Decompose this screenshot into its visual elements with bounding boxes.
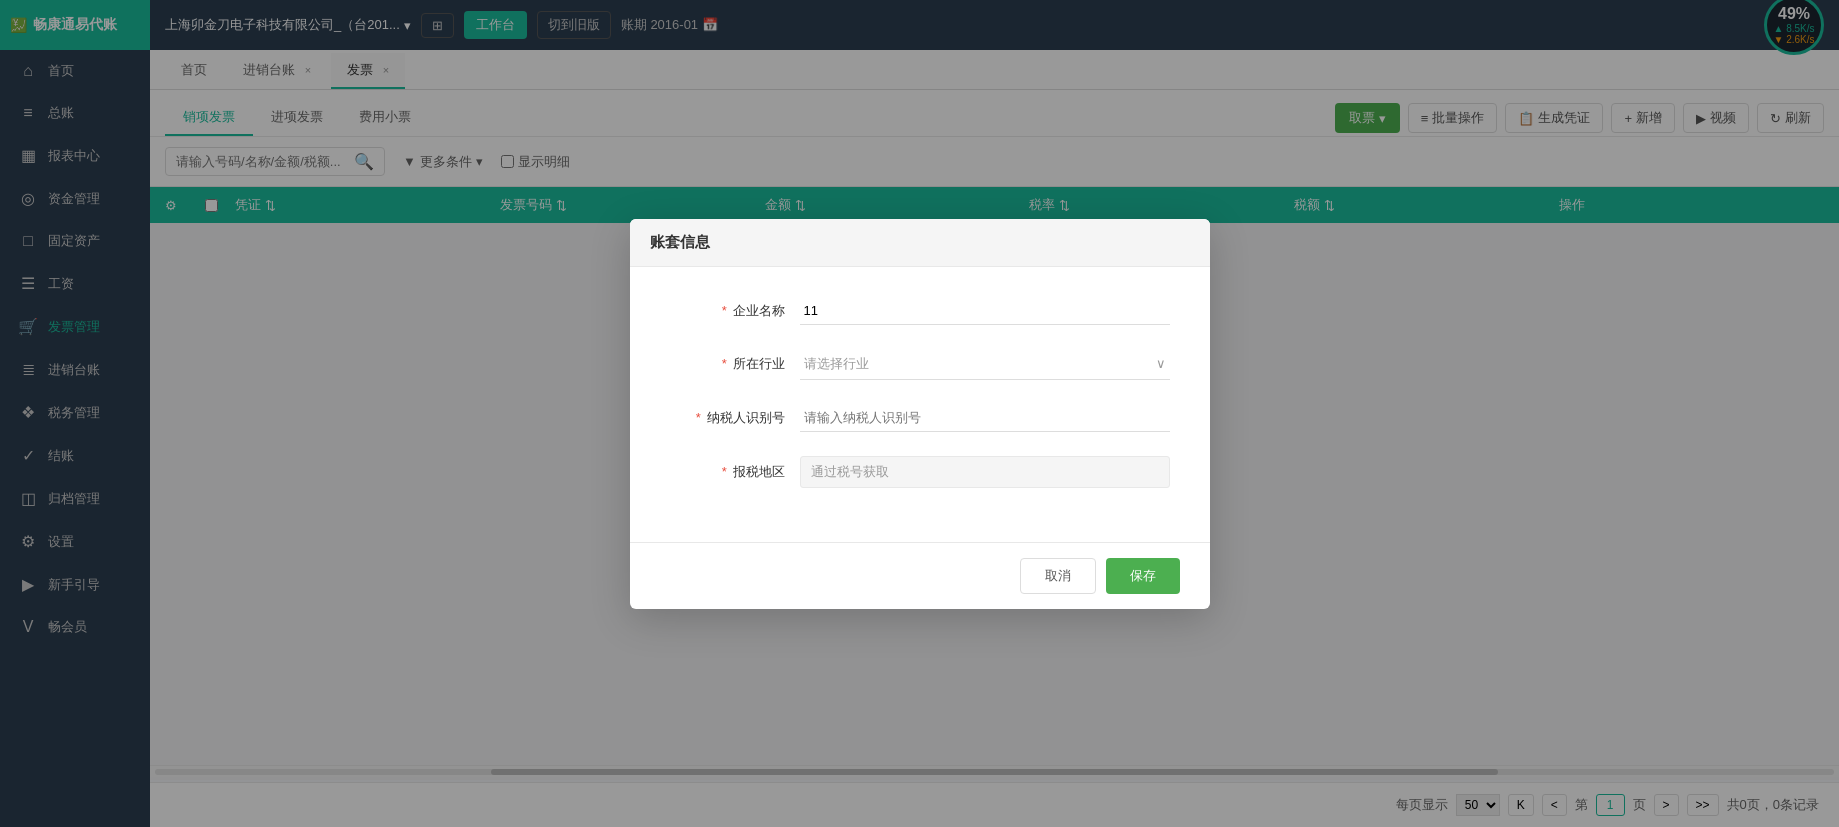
company-name-input[interactable] [800, 297, 1170, 325]
modal-overlay: 账套信息 * 企业名称 * 所在行业 请选择行业 ∨ [0, 0, 1839, 827]
chevron-down-icon: ∨ [1156, 356, 1166, 371]
label-tax-id: * 纳税人识别号 [670, 409, 800, 427]
cancel-button[interactable]: 取消 [1020, 558, 1096, 594]
form-row-tax-region: * 报税地区 通过税号获取 [670, 456, 1170, 488]
label-company: * 企业名称 [670, 302, 800, 320]
industry-select[interactable]: 请选择行业 ∨ [800, 349, 1170, 380]
form-row-industry: * 所在行业 请选择行业 ∨ [670, 349, 1170, 380]
tax-region-readonly: 通过税号获取 [800, 456, 1170, 488]
tax-id-input[interactable] [800, 404, 1170, 432]
label-industry: * 所在行业 [670, 355, 800, 373]
modal-body: * 企业名称 * 所在行业 请选择行业 ∨ * [630, 267, 1210, 542]
form-row-tax-id: * 纳税人识别号 [670, 404, 1170, 432]
modal-footer: 取消 保存 [630, 542, 1210, 609]
modal-title: 账套信息 [630, 219, 1210, 267]
form-row-company: * 企业名称 [670, 297, 1170, 325]
industry-placeholder: 请选择行业 [804, 355, 869, 373]
account-info-modal: 账套信息 * 企业名称 * 所在行业 请选择行业 ∨ [630, 219, 1210, 609]
save-button[interactable]: 保存 [1106, 558, 1180, 594]
label-tax-region: * 报税地区 [670, 463, 800, 481]
